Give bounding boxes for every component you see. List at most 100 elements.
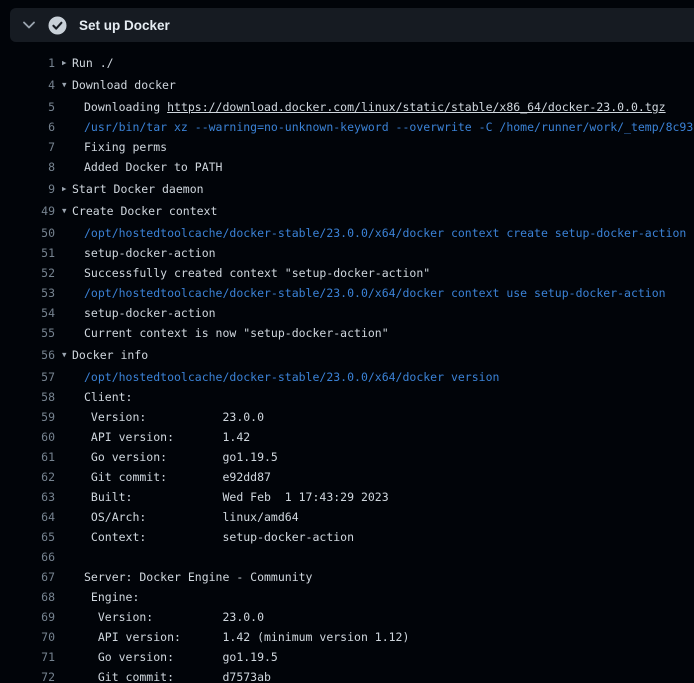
log-text: Version: 23.0.0	[84, 607, 264, 627]
log-row: 61 Go version: go1.19.5	[0, 447, 694, 467]
line-number[interactable]: 60	[0, 427, 55, 447]
line-number[interactable]: 53	[0, 283, 55, 303]
log-row: 69 Version: 23.0.0	[0, 607, 694, 627]
log-text: Go version: go1.19.5	[84, 647, 278, 667]
download-url-link[interactable]: https://download.docker.com/linux/static…	[167, 100, 666, 114]
triangle-right-icon[interactable]: ▶	[62, 179, 72, 199]
line-number[interactable]: 50	[0, 223, 55, 243]
line-number[interactable]: 56	[0, 345, 55, 365]
line-number[interactable]: 72	[0, 667, 55, 683]
group-title[interactable]: Start Docker daemon	[72, 179, 204, 199]
line-number[interactable]: 65	[0, 527, 55, 547]
triangle-down-icon[interactable]: ▼	[62, 75, 72, 95]
log-text: Version: 23.0.0	[84, 407, 264, 427]
log-text: Fixing perms	[84, 137, 167, 157]
log-row: 68 Engine:	[0, 587, 694, 607]
log-text: API version: 1.42	[84, 427, 250, 447]
line-number[interactable]: 63	[0, 487, 55, 507]
log-group-row[interactable]: 56 ▼Docker info	[0, 345, 694, 365]
log-group-row[interactable]: 1 ▶Run ./	[0, 53, 694, 73]
log-row: 50/opt/hostedtoolcache/docker-stable/23.…	[0, 223, 694, 243]
line-number[interactable]: 8	[0, 157, 55, 177]
log-text: Client:	[84, 387, 132, 407]
log-row: 66	[0, 547, 694, 567]
group-title[interactable]: Create Docker context	[72, 201, 217, 221]
log-text: API version: 1.42 (minimum version 1.12)	[84, 627, 409, 647]
log-text: Successfully created context "setup-dock…	[84, 263, 430, 283]
line-number[interactable]: 7	[0, 137, 55, 157]
log-group-row[interactable]: 4 ▼Download docker	[0, 75, 694, 95]
log-text: setup-docker-action	[84, 303, 216, 323]
log-row: 51 setup-docker-action	[0, 243, 694, 263]
line-number[interactable]: 54	[0, 303, 55, 323]
command-text: /usr/bin/tar xz --warning=no-unknown-key…	[84, 117, 693, 137]
line-number[interactable]: 62	[0, 467, 55, 487]
group-title[interactable]: Docker info	[72, 345, 148, 365]
triangle-down-icon[interactable]: ▼	[62, 201, 72, 221]
step-header[interactable]: Set up Docker	[10, 8, 694, 42]
line-number[interactable]: 67	[0, 567, 55, 587]
line-number[interactable]: 59	[0, 407, 55, 427]
line-number[interactable]: 69	[0, 607, 55, 627]
line-number[interactable]: 5	[0, 97, 55, 117]
log-text: setup-docker-action	[84, 243, 216, 263]
log-text: Engine:	[84, 587, 139, 607]
log-text: OS/Arch: linux/amd64	[84, 507, 299, 527]
log-row: 57/opt/hostedtoolcache/docker-stable/23.…	[0, 367, 694, 387]
line-number[interactable]: 71	[0, 647, 55, 667]
log-row: 58 Client:	[0, 387, 694, 407]
log-row: 72 Git commit: d7573ab	[0, 667, 694, 683]
log-text: Downloading	[84, 100, 167, 114]
command-text: /opt/hostedtoolcache/docker-stable/23.0.…	[84, 367, 499, 387]
log-row: 71 Go version: go1.19.5	[0, 647, 694, 667]
check-circle-icon	[48, 16, 67, 35]
line-number[interactable]: 66	[0, 547, 55, 567]
log-row: 55 Current context is now "setup-docker-a…	[0, 323, 694, 343]
line-number[interactable]: 51	[0, 243, 55, 263]
log-row: 7 Fixing perms	[0, 137, 694, 157]
line-number[interactable]: 49	[0, 201, 55, 221]
line-number[interactable]: 4	[0, 75, 55, 95]
line-number[interactable]: 70	[0, 627, 55, 647]
line-number[interactable]: 9	[0, 179, 55, 199]
log-row: 62 Git commit: e92dd87	[0, 467, 694, 487]
line-number[interactable]: 1	[0, 53, 55, 73]
triangle-right-icon[interactable]: ▶	[62, 53, 72, 73]
line-number[interactable]: 52	[0, 263, 55, 283]
log-row: 53/opt/hostedtoolcache/docker-stable/23.…	[0, 283, 694, 303]
line-number[interactable]: 57	[0, 367, 55, 387]
log-row: 8 Added Docker to PATH	[0, 157, 694, 177]
command-text: /opt/hostedtoolcache/docker-stable/23.0.…	[84, 223, 686, 243]
log-text: Built: Wed Feb 1 17:43:29 2023	[84, 487, 389, 507]
line-number[interactable]: 68	[0, 587, 55, 607]
log-text: Downloading https://download.docker.com/…	[84, 97, 666, 117]
log-text: Context: setup-docker-action	[84, 527, 354, 547]
group-title[interactable]: Download docker	[72, 75, 176, 95]
log-row: 6/usr/bin/tar xz --warning=no-unknown-ke…	[0, 117, 694, 137]
line-number[interactable]: 6	[0, 117, 55, 137]
log-group-row[interactable]: 9 ▶Start Docker daemon	[0, 179, 694, 199]
log-row: 59 Version: 23.0.0	[0, 407, 694, 427]
chevron-down-icon[interactable]	[19, 21, 39, 29]
line-number[interactable]: 55	[0, 323, 55, 343]
line-number[interactable]: 61	[0, 447, 55, 467]
group-title[interactable]: Run ./	[72, 53, 114, 73]
log-row: 63 Built: Wed Feb 1 17:43:29 2023	[0, 487, 694, 507]
log-text: Current context is now "setup-docker-act…	[84, 323, 389, 343]
log-text: Go version: go1.19.5	[84, 447, 278, 467]
log-row: 54 setup-docker-action	[0, 303, 694, 323]
triangle-down-icon[interactable]: ▼	[62, 345, 72, 365]
log-text: Added Docker to PATH	[84, 157, 222, 177]
log-row: 65 Context: setup-docker-action	[0, 527, 694, 547]
log-row: 64 OS/Arch: linux/amd64	[0, 507, 694, 527]
log-group-row[interactable]: 49 ▼Create Docker context	[0, 201, 694, 221]
command-text: /opt/hostedtoolcache/docker-stable/23.0.…	[84, 283, 666, 303]
log-text: Server: Docker Engine - Community	[84, 567, 312, 587]
log-row: 5 Downloading https://download.docker.com…	[0, 97, 694, 117]
line-number[interactable]: 58	[0, 387, 55, 407]
log-row: 60 API version: 1.42	[0, 427, 694, 447]
line-number[interactable]: 64	[0, 507, 55, 527]
log-text: Git commit: d7573ab	[84, 667, 271, 683]
log-row: 52 Successfully created context "setup-do…	[0, 263, 694, 283]
log-row: 70 API version: 1.42 (minimum version 1.…	[0, 627, 694, 647]
